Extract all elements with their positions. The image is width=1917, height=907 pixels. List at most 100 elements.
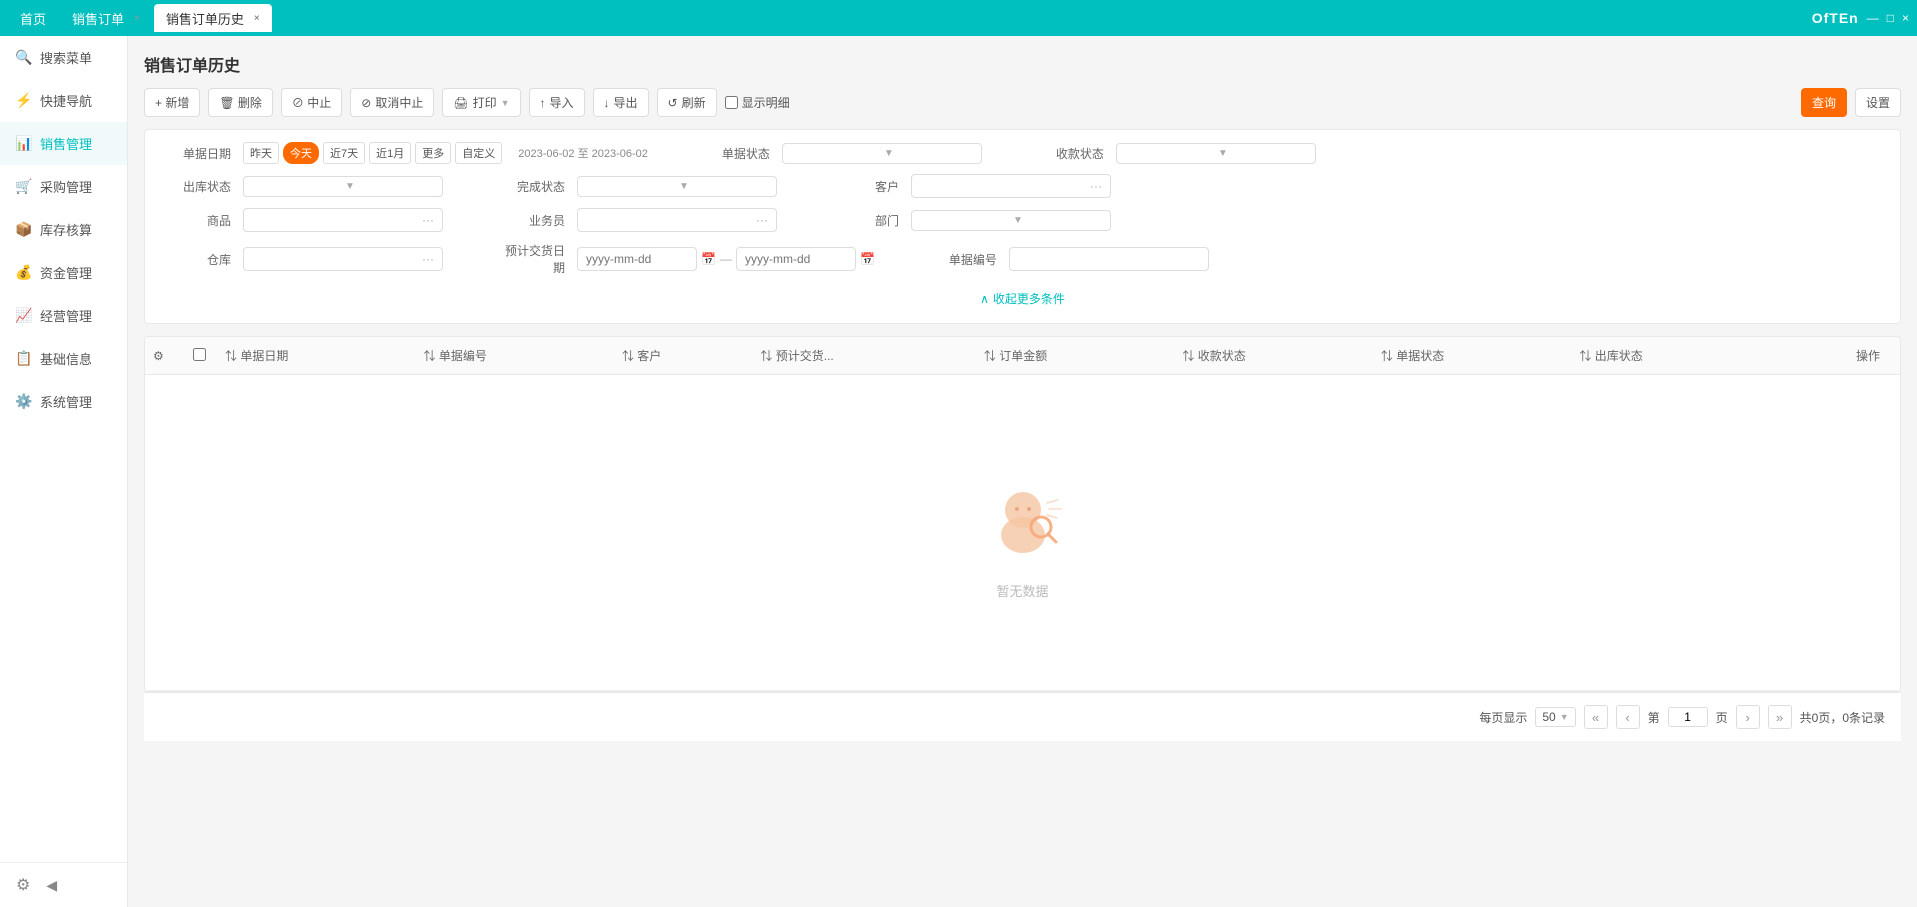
receipt-status-arrow-icon: ▼ xyxy=(1218,148,1307,159)
th-operation: 操作 xyxy=(1770,337,1900,375)
filter-row-4: 仓库 ··· 预计交货日期 📅 — 📅 单据编号 xyxy=(161,242,1884,276)
cancel-stop-button[interactable]: ⊘ 取消中止 xyxy=(350,88,434,117)
delivery-date-from[interactable] xyxy=(577,247,697,271)
customer-input[interactable]: ··· xyxy=(911,174,1111,198)
print-button[interactable]: 🖨 🖨 打印 打印 ▼ xyxy=(442,88,520,117)
cancel-stop-label: 取消中止 xyxy=(375,94,423,111)
quick-nav-icon: ⚡ xyxy=(16,93,32,109)
date-separator: — xyxy=(720,252,732,266)
data-table-wrap: ⚙ ⇅ 单据日期 ⇅ 单据编号 ⇅ 客户 xyxy=(144,336,1901,692)
query-button[interactable]: 查询 xyxy=(1801,88,1847,117)
page-unit: 页 xyxy=(1716,709,1728,726)
calendar-from-icon[interactable]: 📅 xyxy=(701,252,716,266)
date-control: 昨天 今天 近7天 近1月 更多 自定义 xyxy=(243,142,502,164)
th-out-status-label: ⇅ 出库状态 xyxy=(1579,349,1642,363)
show-detail-wrap: 显示明细 xyxy=(725,94,790,111)
th-checkbox[interactable] xyxy=(185,337,217,375)
basic-info-icon: 📋 xyxy=(16,351,32,367)
bill-status-label: 单据状态 xyxy=(700,145,770,162)
refresh-button[interactable]: ↺ 刷新 xyxy=(657,88,717,117)
import-button[interactable]: ↑ ↑ 导入 导入 xyxy=(529,88,585,117)
complete-status-label: 完成状态 xyxy=(495,178,565,195)
page-size-select[interactable]: 50 ▼ xyxy=(1535,707,1575,727)
bill-status-arrow-icon: ▼ xyxy=(884,148,973,159)
close-button[interactable]: × xyxy=(1902,11,1909,25)
sidebar-item-quick-nav[interactable]: ⚡ 快捷导航 xyxy=(0,79,127,122)
sidebar-item-operations[interactable]: 📈 经营管理 xyxy=(0,294,127,337)
page-number-input[interactable] xyxy=(1668,707,1708,727)
sidebar-item-basic-info-label: 基础信息 xyxy=(40,349,92,368)
sidebar-settings-icon[interactable]: ⚙ xyxy=(16,875,30,895)
select-all-checkbox[interactable] xyxy=(193,348,206,361)
th-date: ⇅ 单据日期 xyxy=(217,337,415,375)
first-page-button[interactable]: « xyxy=(1584,705,1608,729)
new-button[interactable]: + 新增 xyxy=(144,88,200,117)
tab-sales-order-close[interactable]: × xyxy=(134,13,140,24)
table-settings-icon[interactable]: ⚙ xyxy=(153,349,164,363)
tab-sales-order-label: 销售订单 xyxy=(72,9,124,28)
main-layout: 🔍 搜索菜单 ⚡ 快捷导航 📊 销售管理 🛒 采购管理 📦 库存核算 💰 资金管… xyxy=(0,36,1917,907)
date-more-btn[interactable]: 更多 xyxy=(415,142,451,164)
th-operation-label: 操作 xyxy=(1856,349,1880,363)
sidebar-item-inventory-label: 库存核算 xyxy=(40,220,92,239)
date-label: 单据日期 xyxy=(161,145,231,162)
collapse-button[interactable]: ∧ 收起更多条件 xyxy=(976,286,1069,311)
tab-sales-order[interactable]: 销售订单 × xyxy=(60,4,152,32)
stop-button[interactable]: ⊘ 中止 xyxy=(281,88,342,117)
customer-dots-icon: ··· xyxy=(1090,179,1102,193)
sidebar-item-finance[interactable]: 💰 资金管理 xyxy=(0,251,127,294)
settings-button[interactable]: 设置 xyxy=(1855,88,1901,117)
warehouse-dots-icon: ··· xyxy=(422,252,434,266)
brand-name: OfTEn xyxy=(1812,10,1859,26)
delete-button[interactable]: 🗑 删除 xyxy=(208,88,273,117)
tab-home[interactable]: 首页 xyxy=(8,4,58,32)
sidebar-item-search[interactable]: 🔍 搜索菜单 xyxy=(0,36,127,79)
sidebar-item-system[interactable]: ⚙️ 系统管理 xyxy=(0,380,127,423)
goods-input[interactable]: ··· xyxy=(243,208,443,232)
warehouse-input[interactable]: ··· xyxy=(243,247,443,271)
tab-sales-history-label: 销售订单历史 xyxy=(166,9,244,28)
date-yesterday-btn[interactable]: 昨天 xyxy=(243,142,279,164)
complete-status-select[interactable]: ▼ xyxy=(577,176,777,197)
delivery-date-label: 预计交货日期 xyxy=(495,242,565,276)
date-7days-btn[interactable]: 近7天 xyxy=(323,142,365,164)
th-receipt-status: ⇅ 收款状态 xyxy=(1174,337,1372,375)
sidebar-item-quick-nav-label: 快捷导航 xyxy=(40,91,92,110)
purchase-icon: 🛒 xyxy=(16,179,32,195)
show-detail-checkbox[interactable] xyxy=(725,96,738,109)
prev-page-button[interactable]: ‹ xyxy=(1616,705,1640,729)
last-page-button[interactable]: » xyxy=(1768,705,1792,729)
sidebar-item-basic-info[interactable]: 📋 基础信息 xyxy=(0,337,127,380)
warehouse-label: 仓库 xyxy=(161,251,231,268)
delivery-date-to[interactable] xyxy=(736,247,856,271)
next-page-button[interactable]: › xyxy=(1736,705,1760,729)
bill-number-input[interactable] xyxy=(1009,247,1209,271)
receipt-status-select[interactable]: ▼ xyxy=(1116,143,1316,164)
sidebar-collapse-icon[interactable]: ◀ xyxy=(46,877,57,894)
sidebar-item-sales[interactable]: 📊 销售管理 xyxy=(0,122,127,165)
date-range-display: 2023-06-02 至 2023-06-02 xyxy=(518,145,648,161)
sidebar-bottom: ⚙ ◀ xyxy=(0,862,127,907)
restore-button[interactable]: □ xyxy=(1887,11,1894,25)
sidebar-item-inventory[interactable]: 📦 库存核算 xyxy=(0,208,127,251)
bill-status-select[interactable]: ▼ xyxy=(782,143,982,164)
sidebar-item-purchase[interactable]: 🛒 采购管理 xyxy=(0,165,127,208)
date-custom-btn[interactable]: 自定义 xyxy=(455,142,502,164)
out-status-select[interactable]: ▼ xyxy=(243,176,443,197)
filter-row-2: 出库状态 ▼ 完成状态 ▼ 客户 ··· xyxy=(161,174,1884,198)
top-bar: 首页 销售订单 × 销售订单历史 × OfTEn — □ × xyxy=(0,0,1917,36)
salesperson-input[interactable]: ··· xyxy=(577,208,777,232)
tab-sales-history[interactable]: 销售订单历史 × xyxy=(154,4,272,32)
tab-sales-history-close[interactable]: × xyxy=(254,13,260,24)
calendar-to-icon[interactable]: 📅 xyxy=(860,252,875,266)
minimize-button[interactable]: — xyxy=(1867,11,1879,25)
date-today-btn[interactable]: 今天 xyxy=(283,142,319,164)
department-select[interactable]: ▼ xyxy=(911,210,1111,231)
filter-row-3: 商品 ··· 业务员 ··· 部门 ▼ xyxy=(161,208,1884,232)
th-settings[interactable]: ⚙ xyxy=(145,337,185,375)
import-icon: ↑ xyxy=(540,96,546,110)
system-icon: ⚙️ xyxy=(16,394,32,410)
collapse-label: 收起更多条件 xyxy=(993,290,1065,307)
date-1month-btn[interactable]: 近1月 xyxy=(369,142,411,164)
export-button[interactable]: ↓ 导出 xyxy=(593,88,649,117)
